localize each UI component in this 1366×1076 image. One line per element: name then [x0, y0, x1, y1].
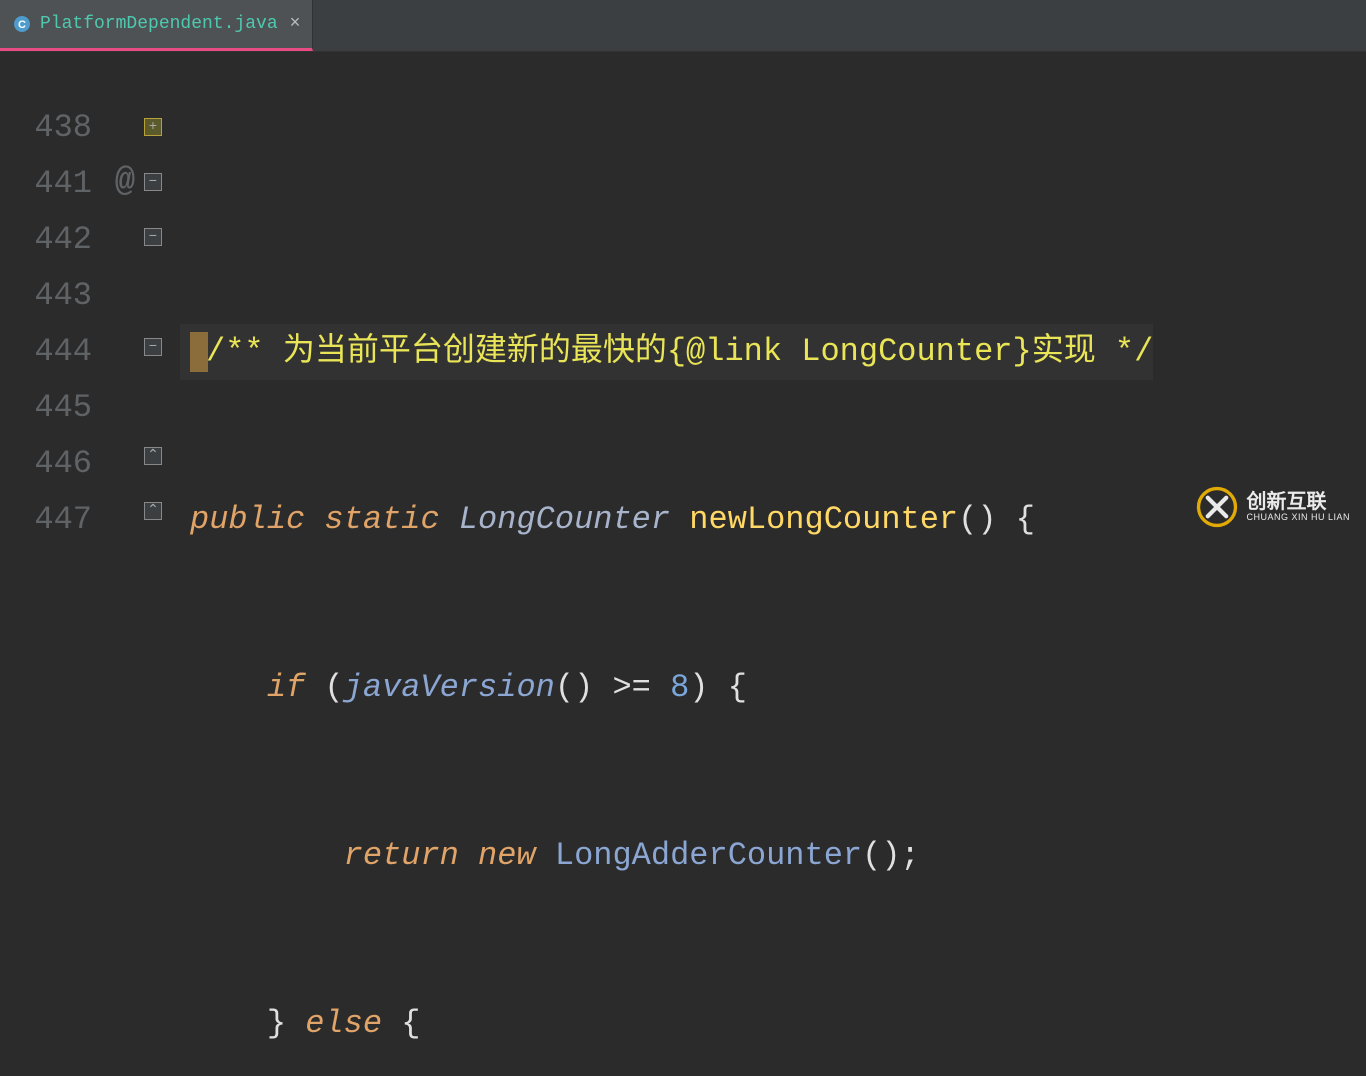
override-annotation-icon[interactable]: @ — [110, 154, 140, 210]
line-number: 442 — [0, 212, 92, 268]
line-number: 446 — [0, 436, 92, 492]
close-icon[interactable]: × — [290, 14, 301, 34]
fold-gutter: + @ − − − ⌃ ⌃ — [110, 52, 180, 538]
line-number: 438 — [0, 100, 92, 156]
code-line: return new LongAdderCounter(); — [180, 828, 1153, 884]
code-editor[interactable]: 438 441 442 443 444 445 446 447 + @ − − … — [0, 52, 1366, 538]
svg-text:C: C — [18, 19, 26, 31]
fold-expand-icon[interactable]: + — [144, 118, 162, 136]
line-number-gutter: 438 441 442 443 444 445 446 447 — [0, 52, 110, 538]
line-number: 445 — [0, 380, 92, 436]
code-content[interactable]: /** 为当前平台创建新的最快的{@link LongCounter}实现 */… — [180, 52, 1153, 538]
code-line: } else { — [180, 996, 1153, 1052]
fold-collapse-icon[interactable]: − — [144, 338, 162, 356]
tab-bar: C PlatformDependent.java × — [0, 0, 1366, 52]
fold-end-icon[interactable]: ⌃ — [144, 502, 162, 520]
line-number: 444 — [0, 324, 92, 380]
code-line: /** 为当前平台创建新的最快的{@link LongCounter}实现 */ — [180, 324, 1153, 380]
java-class-icon: C — [12, 14, 32, 34]
line-number: 441 — [0, 156, 92, 212]
watermark-title: 创新互联 — [1246, 491, 1350, 513]
line-number: 447 — [0, 492, 92, 548]
watermark-subtitle: CHUANG XIN HU LIAN — [1246, 513, 1350, 523]
code-line: public static LongCounter newLongCounter… — [180, 492, 1153, 548]
fold-collapse-icon[interactable]: − — [144, 173, 162, 191]
line-number: 443 — [0, 268, 92, 324]
watermark-logo-icon — [1196, 486, 1238, 528]
fold-end-icon[interactable]: ⌃ — [144, 447, 162, 465]
editor-tab[interactable]: C PlatformDependent.java × — [0, 0, 313, 51]
watermark: 创新互联 CHUANG XIN HU LIAN — [1196, 486, 1350, 528]
tab-filename: PlatformDependent.java — [40, 14, 278, 34]
code-line: if (javaVersion() >= 8) { — [180, 660, 1153, 716]
fold-collapse-icon[interactable]: − — [144, 228, 162, 246]
